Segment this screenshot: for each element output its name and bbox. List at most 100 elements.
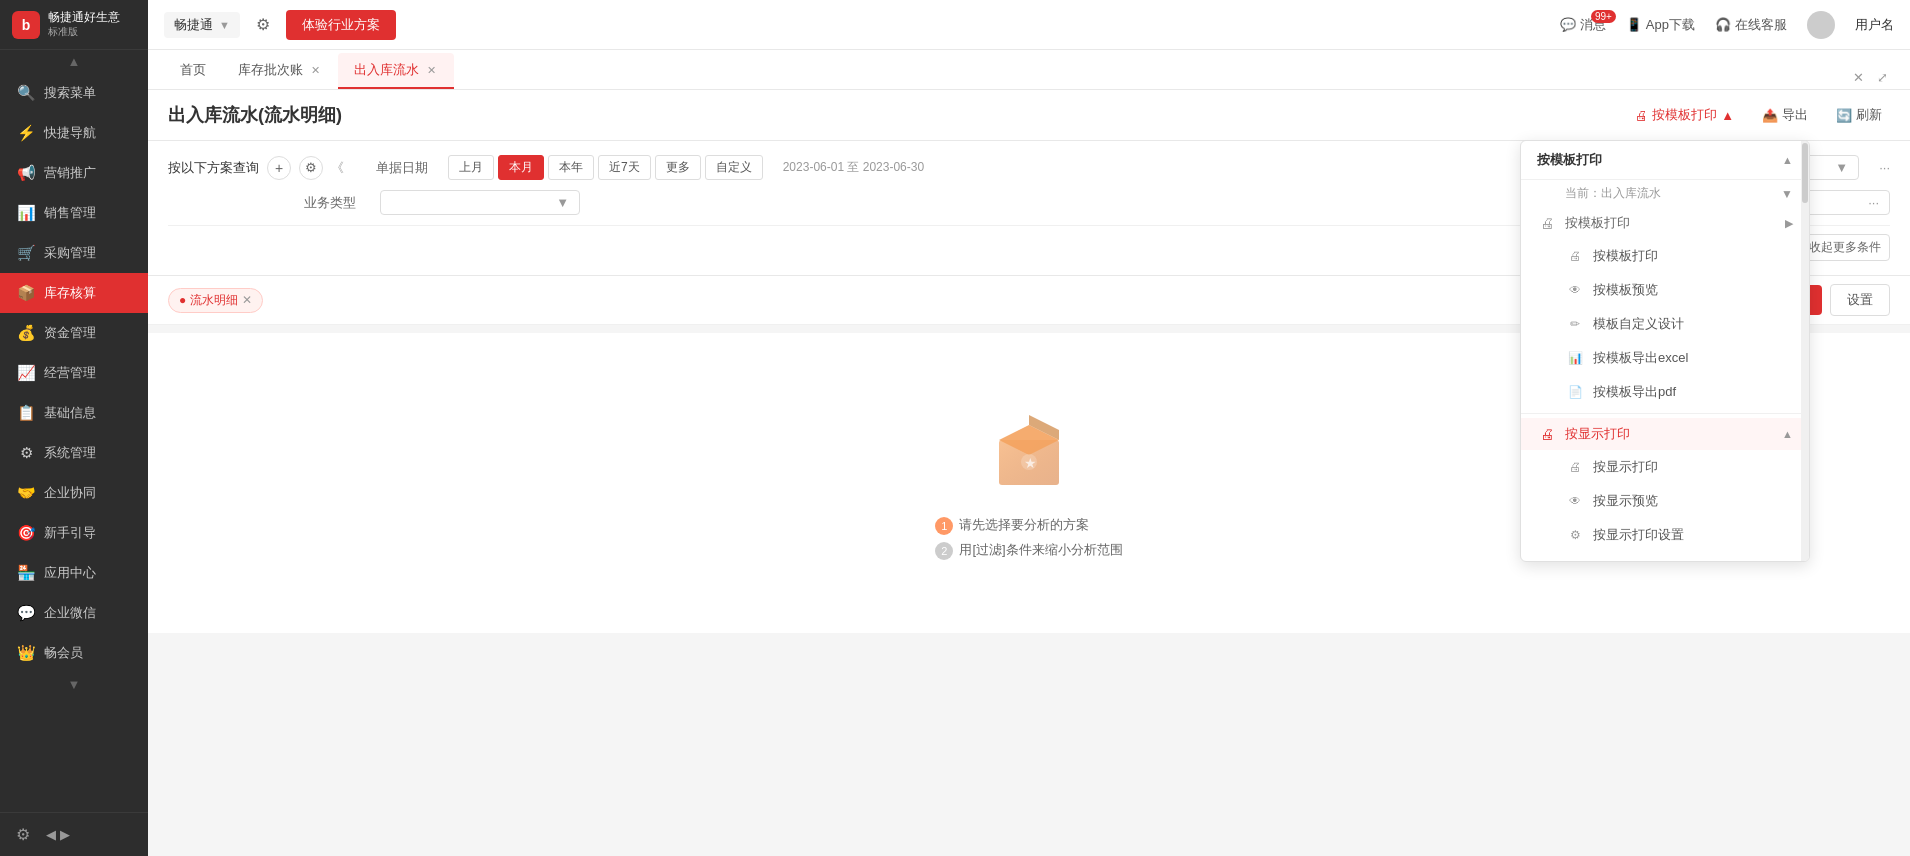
sidebar-item-label: 基础信息 <box>44 404 96 422</box>
empty-state-icon: ★ <box>979 400 1079 500</box>
filter-collapse-button[interactable]: 《 <box>331 159 344 177</box>
svg-point-4 <box>1021 454 1037 470</box>
template-excel-label: 按模板导出excel <box>1593 349 1688 367</box>
tab-expand-button[interactable]: ⤢ <box>1870 65 1894 89</box>
filter-left-actions: 按以下方案查询 + ⚙ 《 <box>168 156 344 180</box>
dropdown-item-template-custom[interactable]: ✏ 模板自定义设计 <box>1521 307 1809 341</box>
date-label: 单据日期 <box>376 159 428 177</box>
dropdown-item-template-preview[interactable]: 👁 按模板预览 <box>1521 273 1809 307</box>
dropdown-scrollbar[interactable] <box>1801 141 1809 561</box>
phone-icon: 📱 <box>1626 17 1642 32</box>
logo-badge: 标准版 <box>48 25 120 39</box>
tag-icon: ● <box>179 293 186 307</box>
avatar[interactable] <box>1807 11 1835 39</box>
dropdown-section-display-print[interactable]: 🖨 按显示打印 ▲ <box>1521 418 1809 450</box>
tab-home[interactable]: 首页 <box>164 53 222 89</box>
filter-add-button[interactable]: + <box>267 156 291 180</box>
date-custom-btn[interactable]: 自定义 <box>705 155 763 180</box>
tab-flow[interactable]: 出入库流水 ✕ <box>338 53 454 89</box>
tip-text-2: 用[过滤]条件来缩小分析范围 <box>959 541 1122 559</box>
sidebar-nav: ▲ 🔍 搜索菜单 ⚡ 快捷导航 📢 营销推广 📊 销售管理 🛒 采购管理 📦 库… <box>0 50 148 812</box>
dropdown-item-display-print[interactable]: 🖨 按显示打印 <box>1521 450 1809 484</box>
sidebar-item-wechat[interactable]: 💬 企业微信 <box>0 593 148 633</box>
print-template-label: 按模板打印 <box>1652 106 1717 124</box>
tab-batch[interactable]: 库存批次账 ✕ <box>222 53 338 89</box>
print-template-button[interactable]: 🖨 按模板打印 ▲ <box>1627 102 1742 128</box>
sidebar-item-label: 快捷导航 <box>44 124 96 142</box>
online-service-button[interactable]: 🎧 在线客服 <box>1715 16 1787 34</box>
online-service-label: 在线客服 <box>1735 16 1787 34</box>
sidebar-item-label: 资金管理 <box>44 324 96 342</box>
current-section-label: 当前：出入库流水 <box>1565 186 1661 200</box>
dropdown-item-display-excel[interactable]: 📊 按显示导出excel <box>1521 552 1809 561</box>
refresh-button[interactable]: 🔄 刷新 <box>1828 102 1890 128</box>
sidebar-item-sales[interactable]: 📊 销售管理 <box>0 193 148 233</box>
vip-icon: 👑 <box>16 643 36 663</box>
message-icon: 💬 <box>1560 17 1576 32</box>
tab-home-label: 首页 <box>180 61 206 79</box>
sidebar-item-marketing[interactable]: 📢 营销推广 <box>0 153 148 193</box>
sidebar-item-operation[interactable]: 📈 经营管理 <box>0 353 148 393</box>
scrollbar-thumb <box>1802 143 1808 203</box>
sidebar-item-label: 库存核算 <box>44 284 96 302</box>
topbar-gear-button[interactable]: ⚙ <box>248 10 278 40</box>
dropdown-collapse-icon[interactable]: ▲ <box>1782 154 1793 166</box>
sidebar-item-shortcut[interactable]: ⚡ 快捷导航 <box>0 113 148 153</box>
sidebar-item-finance[interactable]: 💰 资金管理 <box>0 313 148 353</box>
username-label: 用户名 <box>1855 16 1894 34</box>
tab-close-all-button[interactable]: ✕ <box>1846 65 1870 89</box>
page-actions: 🖨 按模板打印 ▲ 📤 导出 🔄 刷新 按模 <box>1627 102 1890 128</box>
system-icon: ⚙ <box>16 443 36 463</box>
dropdown-item-template-print[interactable]: 🖨 按模板打印 <box>1521 239 1809 273</box>
export-icon: 📤 <box>1762 108 1778 123</box>
sidebar-item-label: 销售管理 <box>44 204 96 222</box>
sidebar-item-purchase[interactable]: 🛒 采购管理 <box>0 233 148 273</box>
sidebar-settings-icon[interactable]: ⚙ <box>16 825 30 844</box>
business-chevron: ▼ <box>556 195 569 210</box>
dropdown-section-template-print[interactable]: 🖨 按模板打印 ▶ <box>1521 207 1809 239</box>
tab-flow-label: 出入库流水 <box>354 61 419 79</box>
tag-remove-icon[interactable]: ✕ <box>242 293 252 307</box>
search-icon: 🔍 <box>16 83 36 103</box>
sidebar-item-system[interactable]: ⚙ 系统管理 <box>0 433 148 473</box>
sales-icon: 📊 <box>16 203 36 223</box>
tab-batch-close[interactable]: ✕ <box>309 63 322 78</box>
export-button[interactable]: 📤 导出 <box>1754 102 1816 128</box>
sidebar-item-basic[interactable]: 📋 基础信息 <box>0 393 148 433</box>
date-this-year-btn[interactable]: 本年 <box>548 155 594 180</box>
business-select[interactable]: ▼ <box>380 190 580 215</box>
user-selector-chevron: ▼ <box>219 19 230 31</box>
dropdown-item-display-settings[interactable]: ⚙ 按显示打印设置 <box>1521 518 1809 552</box>
date-filter-buttons: 上月 本月 本年 近7天 更多 自定义 <box>448 155 763 180</box>
basic-icon: 📋 <box>16 403 36 423</box>
print-chevron: ▲ <box>1721 108 1734 123</box>
sidebar-item-inventory[interactable]: 📦 库存核算 <box>0 273 148 313</box>
sidebar-item-search[interactable]: 🔍 搜索菜单 <box>0 73 148 113</box>
scroll-up-indicator: ▲ <box>0 50 148 73</box>
sidebar-item-collab[interactable]: 🤝 企业协同 <box>0 473 148 513</box>
date-last-7days-btn[interactable]: 近7天 <box>598 155 651 180</box>
sidebar-item-vip[interactable]: 👑 畅会员 <box>0 633 148 673</box>
setting-button[interactable]: 设置 <box>1830 284 1890 316</box>
dropdown-item-template-pdf[interactable]: 📄 按模板导出pdf <box>1521 375 1809 409</box>
date-more-btn[interactable]: 更多 <box>655 155 701 180</box>
topbar-left: 畅捷通 ▼ ⚙ 体验行业方案 <box>164 10 1560 40</box>
date-current-month-btn[interactable]: 本月 <box>498 155 544 180</box>
user-selector[interactable]: 畅捷通 ▼ <box>164 12 240 38</box>
sidebar-collapse-icon[interactable]: ◀ ▶ <box>46 827 70 842</box>
date-range-display: 2023-06-01 至 2023-06-30 <box>783 159 924 176</box>
sidebar-item-appstore[interactable]: 🏪 应用中心 <box>0 553 148 593</box>
app-download-button[interactable]: 📱 App下载 <box>1626 16 1695 34</box>
filter-settings-icon[interactable]: ⚙ <box>299 156 323 180</box>
messages-button[interactable]: 💬 消息 99+ <box>1560 16 1606 34</box>
tab-flow-close[interactable]: ✕ <box>425 63 438 78</box>
logo-text-area: 畅捷通好生意 标准版 <box>48 10 120 40</box>
service-icon: 🎧 <box>1715 17 1731 32</box>
template-pdf-icon: 📄 <box>1565 382 1585 402</box>
sidebar-item-guide[interactable]: 🎯 新手引导 <box>0 513 148 553</box>
display-section-expand-icon: ▲ <box>1782 428 1793 440</box>
dropdown-item-display-preview[interactable]: 👁 按显示预览 <box>1521 484 1809 518</box>
trial-button[interactable]: 体验行业方案 <box>286 10 396 40</box>
date-last-month-btn[interactable]: 上月 <box>448 155 494 180</box>
dropdown-item-template-excel[interactable]: 📊 按模板导出excel <box>1521 341 1809 375</box>
